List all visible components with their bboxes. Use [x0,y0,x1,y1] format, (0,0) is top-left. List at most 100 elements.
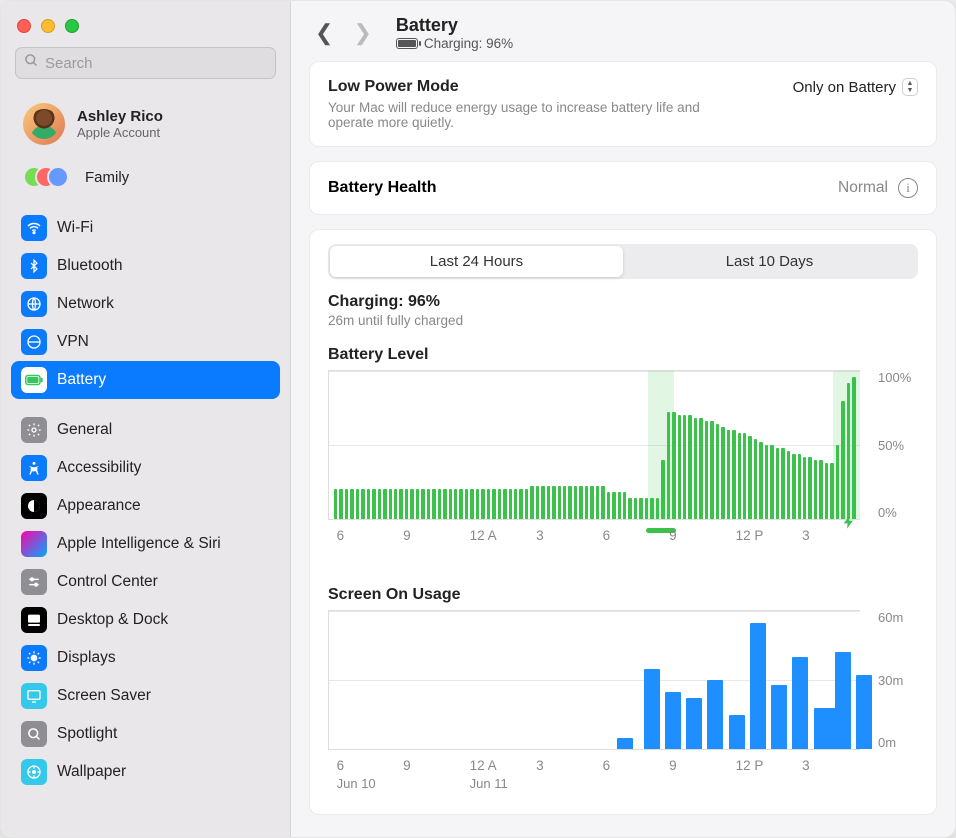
apple-account-row[interactable]: Ashley Rico Apple Account [15,97,276,151]
bar [449,489,452,519]
cc-icon [21,569,47,595]
sidebar-item-screen-saver[interactable]: Screen Saver [11,677,280,715]
sidebar-item-network[interactable]: Network [11,285,280,323]
screen-on-title: Screen On Usage [328,586,918,604]
bar [427,489,430,519]
bar [487,489,490,519]
battery-health-status: Normal [838,179,888,197]
bar [367,489,370,519]
lpm-title: Low Power Mode [328,78,708,96]
bar [688,415,691,519]
family-row[interactable]: Family [15,157,276,197]
tab-last-10-days[interactable]: Last 10 Days [623,246,916,277]
charging-subline: 26m until fully charged [328,313,918,328]
bar [432,489,435,519]
forward-button[interactable]: ❯ [353,20,371,46]
page-title: Battery [396,15,513,36]
bar [356,489,359,519]
settings-window: Ashley Rico Apple Account Family Wi-Fi Bl… [0,0,956,838]
bar [514,489,517,519]
xtick: 12 P [736,758,764,773]
sidebar-item-label: Appearance [57,497,141,515]
search-input[interactable] [45,55,267,72]
bar [770,445,773,519]
timeframe-segmented: Last 24 Hours Last 10 Days [328,244,918,279]
bt-icon [21,253,47,279]
sidebar-item-accessibility[interactable]: Accessibility [11,449,280,487]
family-avatars [23,163,73,191]
spot-icon [21,721,47,747]
battery-health-row[interactable]: Battery Health Normal i [309,161,937,215]
sidebar-item-label: Control Center [57,573,158,591]
bar [814,460,817,519]
bar [481,489,484,519]
window-controls [1,11,290,47]
desk-icon [21,607,47,633]
ytick: 60m [878,610,918,625]
sidebar-group-network: Wi-Fi Bluetooth NetworkVPN Battery [11,209,280,399]
bar [665,692,681,750]
sidebar-item-label: Battery [57,371,106,389]
bar [716,424,719,519]
bar [503,489,506,519]
bar [607,492,610,519]
bar [541,486,544,519]
ss-icon [21,683,47,709]
sidebar-item-battery[interactable]: Battery [11,361,280,399]
sidebar-item-wi-fi[interactable]: Wi-Fi [11,209,280,247]
family-label: Family [85,169,129,186]
screen-on-yaxis: 60m30m0m [874,610,918,750]
battery-level-title: Battery Level [328,346,918,364]
lpm-description: Your Mac will reduce energy usage to inc… [328,100,708,130]
sidebar-item-appearance[interactable]: Appearance [11,487,280,525]
back-button[interactable]: ❮ [315,20,333,46]
lpm-dropdown[interactable]: Only on Battery ▲▼ [793,78,918,96]
bar [345,489,348,519]
bar [394,489,397,519]
sidebar-item-displays[interactable]: Displays [11,639,280,677]
sidebar-item-general[interactable]: General [11,411,280,449]
bar [596,486,599,519]
xtick: 3 [536,758,544,773]
xtick-sub: Jun 10 [337,776,376,791]
charge-band [648,371,675,519]
batt-icon [21,367,47,393]
sidebar-item-control-center[interactable]: Control Center [11,563,280,601]
charge-band [833,371,860,519]
bar [618,492,621,519]
bar [705,421,708,519]
search-field[interactable] [15,47,276,79]
sidebar-item-label: Bluetooth [57,257,123,275]
close-window-button[interactable] [17,19,31,33]
xtick: 12 A [470,758,497,773]
bar [759,442,762,519]
battery-level-xaxis: 6912 A36912 P3 [328,528,860,566]
disp-icon [21,645,47,671]
xtick: 9 [669,758,677,773]
minimize-window-button[interactable] [41,19,55,33]
fullscreen-window-button[interactable] [65,19,79,33]
sidebar: Ashley Rico Apple Account Family Wi-Fi Bl… [1,1,291,837]
net-icon [21,291,47,317]
battery-status-icon [396,38,418,49]
sidebar-item-apple-intelligence-siri[interactable]: Apple Intelligence & Siri [11,525,280,563]
sidebar-item-spotlight[interactable]: Spotlight [11,715,280,753]
wifi-icon [21,215,47,241]
bar [634,498,637,519]
sidebar-item-vpn[interactable]: VPN [11,323,280,361]
ytick: 50% [878,438,918,453]
bar [835,652,851,749]
account-subtitle: Apple Account [77,125,163,140]
info-icon[interactable]: i [898,178,918,198]
sidebar-item-wallpaper[interactable]: Wallpaper [11,753,280,791]
screen-on-chart: 60m30m0m [328,610,918,750]
sidebar-item-label: Apple Intelligence & Siri [57,535,221,553]
bar [563,486,566,519]
xtick: 3 [536,528,544,543]
sidebar-item-desktop-dock[interactable]: Desktop & Dock [11,601,280,639]
sidebar-item-bluetooth[interactable]: Bluetooth [11,247,280,285]
bar [721,427,724,519]
bar [743,433,746,519]
bar [628,498,631,519]
tab-last-24-hours[interactable]: Last 24 Hours [330,246,623,277]
